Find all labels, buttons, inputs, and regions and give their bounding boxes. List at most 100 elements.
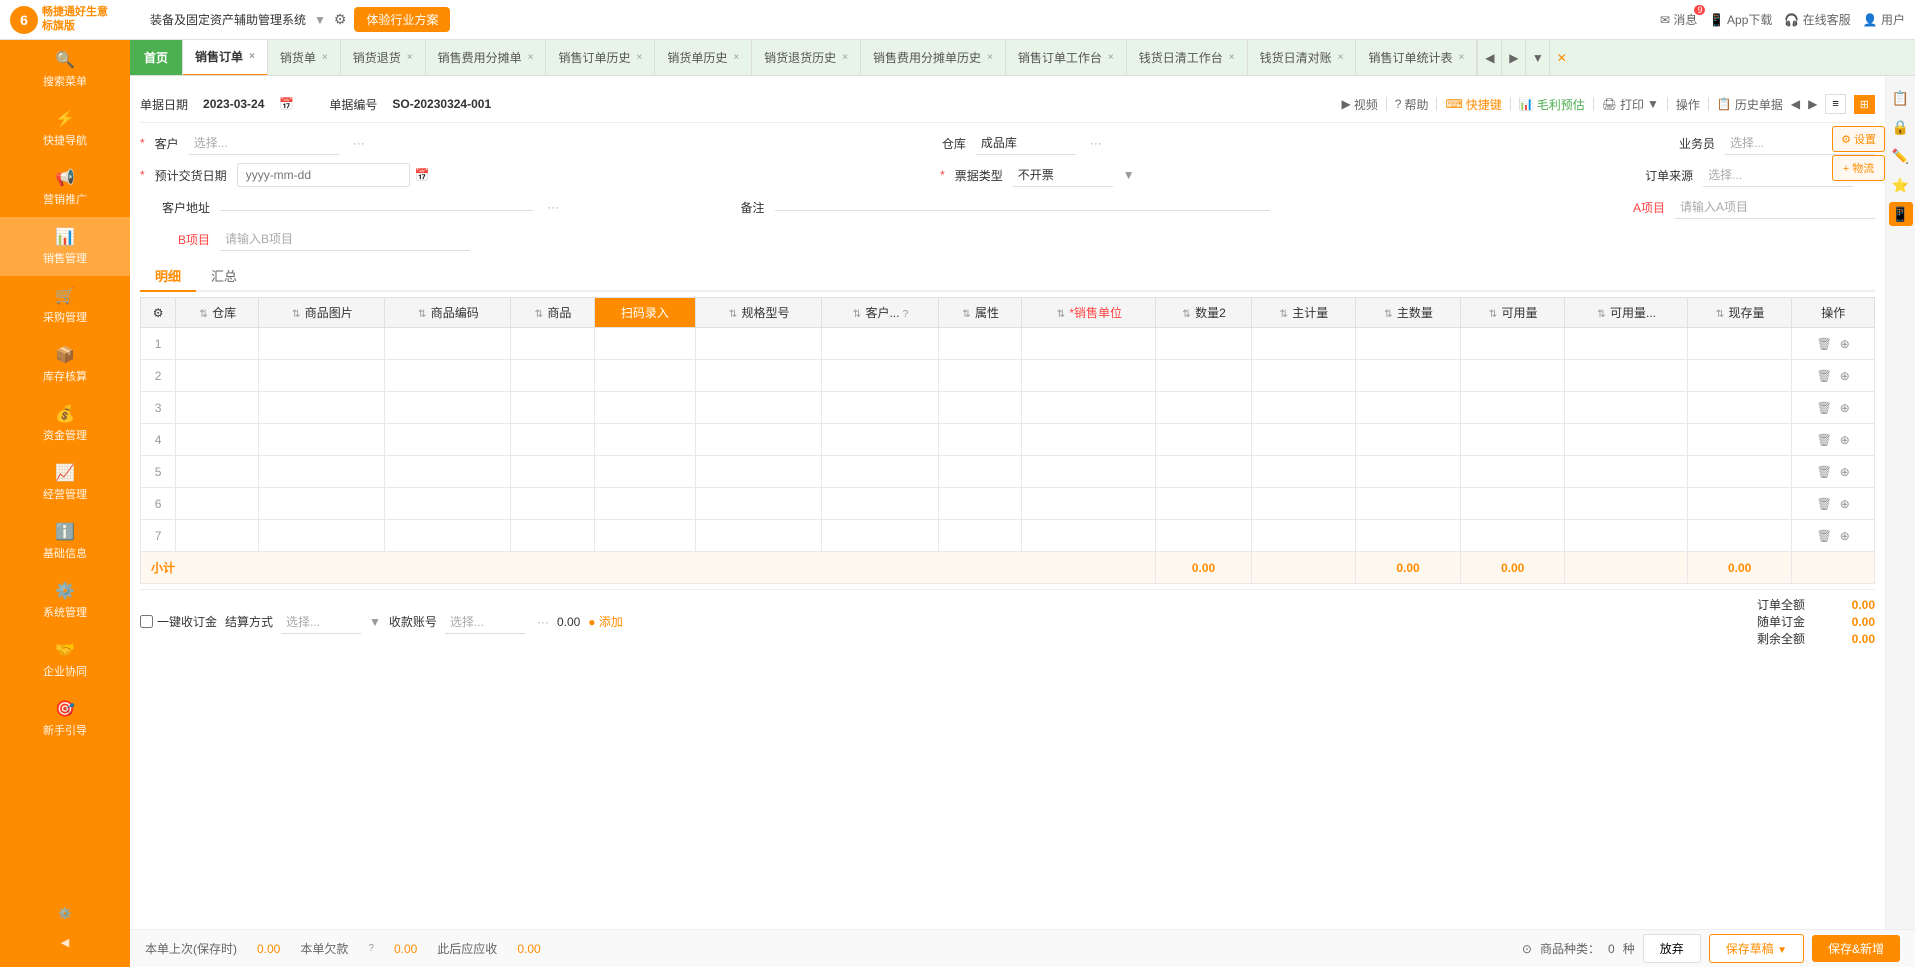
cell-product-code[interactable] xyxy=(385,520,511,552)
cell-main-qty[interactable] xyxy=(1356,520,1461,552)
b-project-input[interactable]: 请输入B项目 xyxy=(220,227,470,251)
row-delete-btn[interactable]: 🗑 xyxy=(1815,367,1834,385)
tab-sales-fee-split[interactable]: 销售费用分摊单 × xyxy=(426,40,547,76)
right-panel-icon-5[interactable]: 📱 xyxy=(1889,202,1913,226)
cell-scan[interactable] xyxy=(594,360,696,392)
cell-avail-qty[interactable] xyxy=(1460,488,1565,520)
preview-btn[interactable]: ▶ 视频 xyxy=(1342,96,1378,113)
cell-scan[interactable] xyxy=(594,456,696,488)
cell-main-qty[interactable] xyxy=(1356,360,1461,392)
cell-sales-unit[interactable] xyxy=(1022,488,1156,520)
cell-current-qty[interactable] xyxy=(1687,424,1792,456)
cell-scan[interactable] xyxy=(594,520,696,552)
tab-summary[interactable]: 汇总 xyxy=(196,261,252,290)
order-source-input[interactable]: 选择... xyxy=(1703,163,1853,187)
cell-current-qty[interactable] xyxy=(1687,456,1792,488)
sidebar-item-inventory[interactable]: 📦 库存核算 xyxy=(0,335,130,394)
cell-qty2[interactable] xyxy=(1156,488,1251,520)
save-draft-button[interactable]: 保存草稿 ▼ xyxy=(1709,934,1804,963)
cell-sales-unit[interactable] xyxy=(1022,424,1156,456)
cell-attr[interactable] xyxy=(938,520,1021,552)
address-more-icon[interactable]: ··· xyxy=(547,200,559,214)
row-copy-btn[interactable]: ⊕ xyxy=(1838,527,1852,545)
cell-customer-code[interactable] xyxy=(822,328,939,360)
cell-main-unit[interactable] xyxy=(1251,520,1356,552)
cell-product[interactable] xyxy=(511,328,594,360)
cell-attr[interactable] xyxy=(938,424,1021,456)
cell-product-code[interactable] xyxy=(385,424,511,456)
tab-close-icon[interactable]: × xyxy=(842,52,848,63)
cell-product-img[interactable] xyxy=(259,520,385,552)
history-btn[interactable]: 📋 历史单据 xyxy=(1717,96,1783,113)
cell-main-qty[interactable] xyxy=(1356,392,1461,424)
row-copy-btn[interactable]: ⊕ xyxy=(1838,431,1852,449)
row-delete-btn[interactable]: 🗑 xyxy=(1815,431,1834,449)
tab-close-icon[interactable]: × xyxy=(987,52,993,63)
industry-solution-button[interactable]: 体验行业方案 xyxy=(354,7,450,32)
nav-prev-btn[interactable]: ◀ xyxy=(1791,97,1800,111)
print-btn[interactable]: 🖨 打印 ▼ xyxy=(1602,96,1659,113)
tab-detail[interactable]: 明细 xyxy=(140,261,196,292)
cell-main-unit[interactable] xyxy=(1251,424,1356,456)
cell-product-img[interactable] xyxy=(259,424,385,456)
settlement-input[interactable]: 选择... xyxy=(281,610,361,634)
form-view-btn[interactable]: ⊞ xyxy=(1854,95,1875,114)
tab-home[interactable]: 首页 xyxy=(130,40,183,76)
sidebar-item-system[interactable]: ⚙️ 系统管理 xyxy=(0,571,130,630)
account-input[interactable]: 选择... xyxy=(445,610,525,634)
cell-product-img[interactable] xyxy=(259,392,385,424)
sidebar-item-operations[interactable]: 📈 经营管理 xyxy=(0,453,130,512)
delivery-date-input[interactable] xyxy=(237,163,410,187)
help-icon[interactable]: ? xyxy=(903,309,909,320)
cell-main-unit[interactable] xyxy=(1251,360,1356,392)
cell-current-qty[interactable] xyxy=(1687,392,1792,424)
col-avail-qty[interactable]: ⇅ 可用量 xyxy=(1460,298,1565,328)
cell-qty2[interactable] xyxy=(1156,328,1251,360)
cell-main-unit[interactable] xyxy=(1251,328,1356,360)
cell-customer-code[interactable] xyxy=(822,392,939,424)
row-copy-btn[interactable]: ⊕ xyxy=(1838,463,1852,481)
cell-main-qty[interactable] xyxy=(1356,456,1461,488)
cell-product-code[interactable] xyxy=(385,392,511,424)
cell-main-unit[interactable] xyxy=(1251,456,1356,488)
col-qty2[interactable]: ⇅ 数量2 xyxy=(1156,298,1251,328)
cell-warehouse[interactable] xyxy=(176,360,259,392)
help-debit-icon[interactable]: ? xyxy=(368,943,374,954)
cell-warehouse[interactable] xyxy=(176,392,259,424)
save-draft-dropdown-icon[interactable]: ▼ xyxy=(1777,945,1787,956)
col-product[interactable]: ⇅ 商品 xyxy=(511,298,594,328)
cell-sales-unit[interactable] xyxy=(1022,456,1156,488)
col-avail-qty2[interactable]: ⇅ 可用量... xyxy=(1565,298,1687,328)
col-settings[interactable]: ⚙ xyxy=(141,298,176,328)
sidebar-item-guide[interactable]: 🎯 新手引导 xyxy=(0,689,130,748)
calendar-icon[interactable]: 📅 xyxy=(279,97,294,111)
tab-prev-btn[interactable]: ◀ xyxy=(1477,40,1501,76)
help-btn[interactable]: ? 帮助 xyxy=(1395,96,1429,113)
cell-main-unit[interactable] xyxy=(1251,392,1356,424)
cell-scan[interactable] xyxy=(594,488,696,520)
cell-product-code[interactable] xyxy=(385,328,511,360)
cell-qty2[interactable] xyxy=(1156,456,1251,488)
a-project-input[interactable]: 请输入A项目 xyxy=(1675,195,1875,219)
cell-spec[interactable] xyxy=(696,424,822,456)
message-badge[interactable]: ✉ 消息 9 xyxy=(1660,11,1697,28)
cell-avail-qty[interactable] xyxy=(1460,424,1565,456)
user-avatar[interactable]: 👤 用户 xyxy=(1863,11,1905,28)
cell-main-qty[interactable] xyxy=(1356,488,1461,520)
col-scan[interactable]: 扫码录入 xyxy=(594,298,696,328)
cell-avail-qty2[interactable] xyxy=(1565,392,1687,424)
cell-current-qty[interactable] xyxy=(1687,488,1792,520)
sidebar-item-quicknav[interactable]: ⚡ 快捷导航 xyxy=(0,99,130,158)
cell-attr[interactable] xyxy=(938,328,1021,360)
cell-avail-qty2[interactable] xyxy=(1565,328,1687,360)
operations-btn[interactable]: 操作 xyxy=(1676,96,1700,113)
cell-customer-code[interactable] xyxy=(822,520,939,552)
cell-customer-code[interactable] xyxy=(822,456,939,488)
cell-avail-qty2[interactable] xyxy=(1565,456,1687,488)
settings-quick-btn[interactable]: ⚙ 设置 xyxy=(1832,126,1885,152)
cell-product[interactable] xyxy=(511,488,594,520)
tab-invoice-history[interactable]: 销货单历史 × xyxy=(655,40,752,76)
cell-qty2[interactable] xyxy=(1156,424,1251,456)
cell-attr[interactable] xyxy=(938,456,1021,488)
cell-sales-unit[interactable] xyxy=(1022,520,1156,552)
